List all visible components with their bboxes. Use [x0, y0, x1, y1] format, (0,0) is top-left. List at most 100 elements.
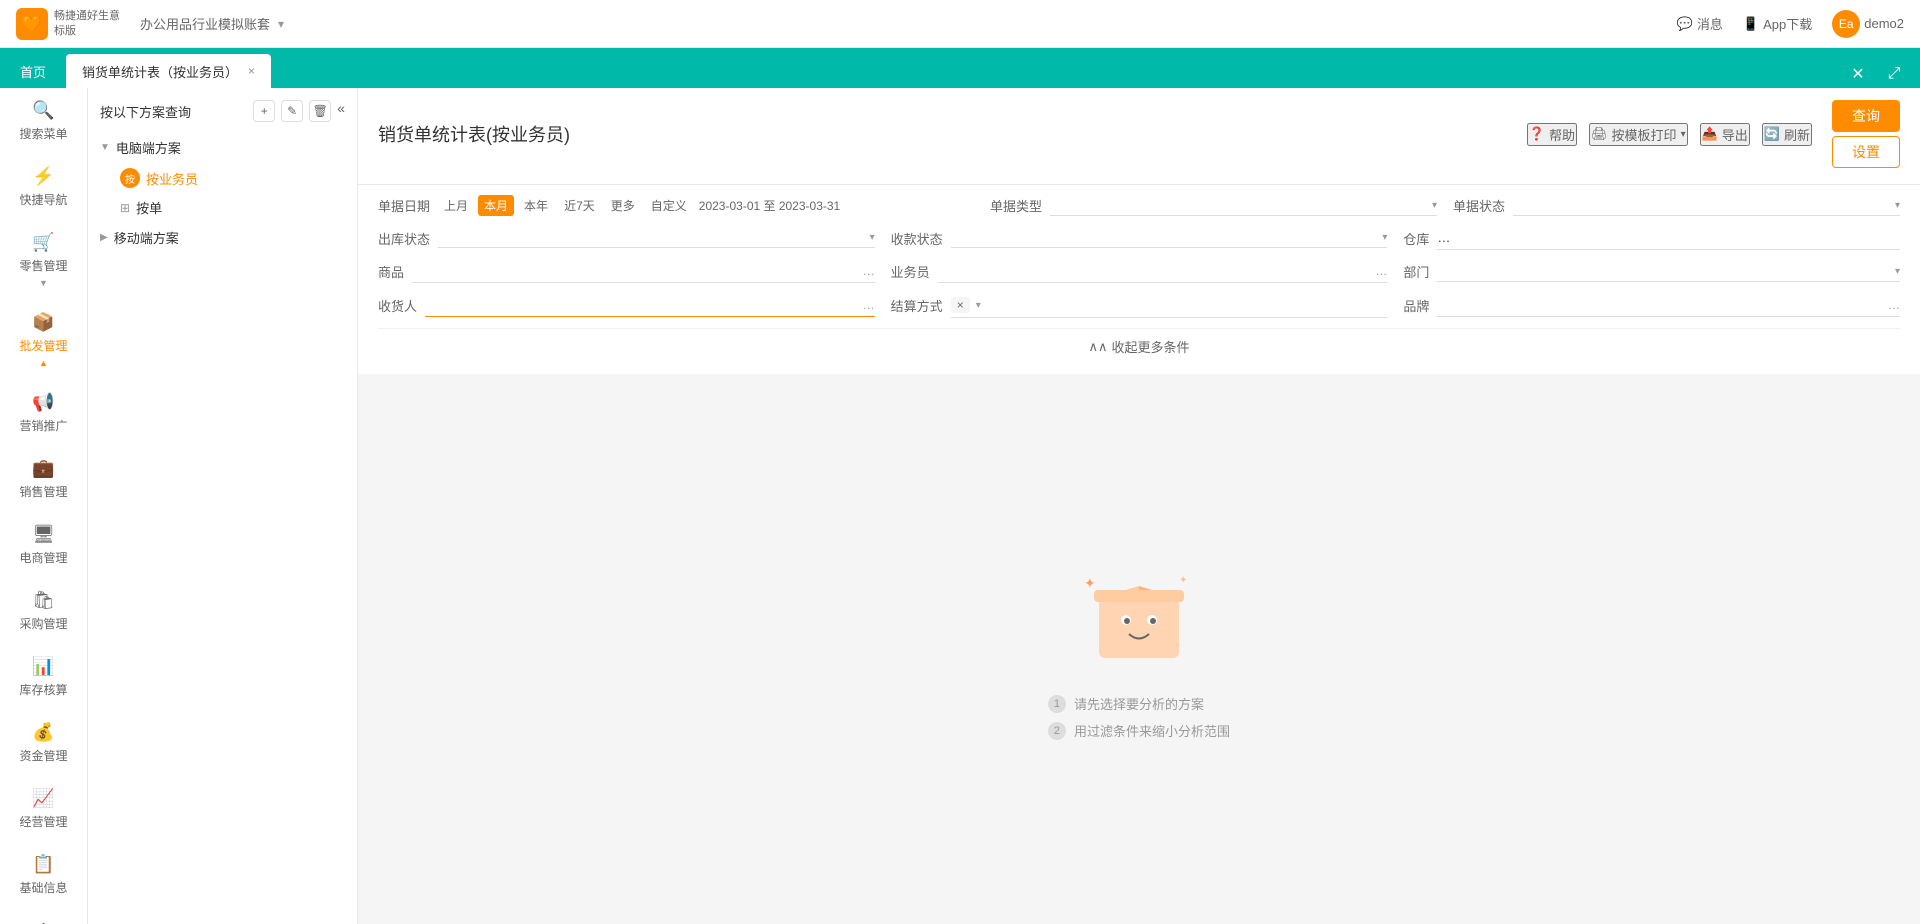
avatar: Ea	[1832, 10, 1860, 38]
query-btn[interactable]: 查询	[1832, 100, 1900, 132]
goods-control[interactable]: …	[412, 260, 875, 283]
print-btn[interactable]: 🖨 按模板打印 ▾	[1589, 123, 1688, 146]
ecom-icon: 🖥	[32, 524, 55, 545]
message-btn[interactable]: 💬 消息	[1677, 14, 1723, 33]
sidebar-item-sales[interactable]: 💼 销售管理	[0, 446, 87, 512]
filter-dept: 部门 ▾	[1403, 262, 1900, 282]
sidebar-item-retail[interactable]: 🛒 零售管理 ▼	[0, 220, 87, 300]
user-area[interactable]: Ea demo2	[1832, 10, 1904, 38]
sidebar-item-wholesale[interactable]: 📦 批发管理 ▲	[0, 300, 87, 380]
receiver-more[interactable]: …	[863, 298, 875, 312]
refresh-btn[interactable]: 🔄 刷新	[1762, 123, 1812, 146]
tab-home[interactable]: 首页	[4, 54, 62, 88]
settle-clear-x[interactable]: ×	[957, 298, 964, 312]
brand-control[interactable]: …	[1437, 294, 1900, 317]
warehouse-control[interactable]: …	[1437, 226, 1900, 250]
sidebar-item-marketing[interactable]: 📢 营销推广	[0, 380, 87, 446]
tab-close-icon[interactable]: ×	[248, 64, 255, 78]
outstock-control[interactable]: ▾	[438, 228, 875, 248]
report-title: 销货单统计表(按业务员)	[378, 121, 570, 147]
sidebar-item-finance-label: 资金管理	[19, 747, 67, 764]
sidebar-item-purchase-label: 采购管理	[19, 615, 67, 632]
paystatus-control[interactable]: ▾	[951, 228, 1388, 248]
sidebar-item-operations-label: 经营管理	[19, 813, 67, 830]
date-tab-more[interactable]: 更多	[605, 195, 641, 216]
sidebar-item-inventory-label: 库存核算	[19, 681, 67, 698]
date-tab-custom[interactable]: 自定义	[645, 195, 693, 216]
doctype-control[interactable]: ▾	[1050, 196, 1437, 216]
sidebar-item-ecom[interactable]: 🖥 电商管理	[0, 512, 87, 578]
sidebar-item-system[interactable]: ⚙ 系统管理	[0, 908, 87, 924]
sidebar: 🔍 搜索菜单 ⚡ 快捷导航 🛒 零售管理 ▼ 📦 批发管理 ▲ 📢 营销推广 💼…	[0, 88, 88, 924]
tab-maximize-icon[interactable]: ⤢	[1880, 60, 1908, 88]
sidebar-item-quicknav-label: 快捷导航	[19, 191, 67, 208]
message-label: 消息	[1697, 14, 1723, 33]
date-tab-thismonth[interactable]: 本月	[478, 195, 514, 216]
tab-close-window-icon[interactable]: ✕	[1844, 60, 1872, 88]
brand-label: 品牌	[1403, 296, 1429, 315]
date-range: 2023-03-01 至 2023-03-31	[699, 197, 840, 214]
print-icon: 🖨	[1591, 126, 1608, 142]
settle-control[interactable]: × ▾	[951, 293, 1388, 318]
date-label: 单据日期	[378, 196, 430, 215]
refresh-label: 刷新	[1784, 125, 1810, 144]
docstatus-control[interactable]: ▾	[1513, 196, 1900, 216]
export-btn[interactable]: 📤 导出	[1700, 123, 1750, 146]
help-label: 帮助	[1549, 125, 1575, 144]
date-tab-7days[interactable]: 近7天	[558, 195, 601, 216]
brand-more[interactable]: …	[1888, 298, 1900, 312]
scheme-order-icon: ⊞	[120, 201, 130, 215]
sidebar-item-basic[interactable]: 📋 基础信息	[0, 842, 87, 908]
scheme-mobile[interactable]: ▶ 移动端方案	[100, 222, 345, 253]
delete-scheme-btn[interactable]: 🗑	[309, 100, 331, 122]
logo-icon: 🧡	[16, 8, 48, 40]
report-header: 销货单统计表(按业务员) ❓ 帮助 🖨 按模板打印 ▾ 📤	[358, 88, 1920, 185]
staff-control[interactable]: …	[938, 260, 1388, 283]
receiver-control[interactable]: …	[425, 294, 875, 317]
scheme-salesperson-tag: 按	[120, 168, 140, 188]
settings-btn[interactable]: 设置	[1832, 136, 1900, 168]
system-icon: ⚙	[35, 920, 51, 924]
scheme-section: ▼ 电脑端方案 按 按业务员 ⊞ 按单 ▶ 移动端方案	[88, 132, 357, 253]
settle-clear-tag[interactable]: ×	[951, 297, 970, 313]
app-download-icon: 📱	[1743, 16, 1759, 32]
scheme-desktop[interactable]: ▼ 电脑端方案	[100, 132, 345, 163]
tab-actions: ✕ ⤢	[1844, 60, 1920, 88]
edit-scheme-btn[interactable]: ✎	[281, 100, 303, 122]
scheme-by-salesperson[interactable]: 按 按业务员	[120, 163, 345, 193]
filter-panel: 按以下方案查询 + ✎ 🗑 « ▼ 电脑端方案 按 按业务员	[88, 88, 358, 924]
sidebar-item-sales-label: 销售管理	[19, 483, 67, 500]
staff-more[interactable]: …	[1375, 264, 1387, 278]
sidebar-item-inventory[interactable]: 📊 库存核算	[0, 644, 87, 710]
step-2-num: 2	[1048, 722, 1066, 740]
wholesale-icon: 📦	[32, 312, 54, 333]
sidebar-item-quicknav[interactable]: ⚡ 快捷导航	[0, 154, 87, 220]
app-download-btn[interactable]: 📱 App下载	[1743, 14, 1812, 33]
app-name-dropdown-icon[interactable]: ▾	[278, 17, 284, 31]
paystatus-arrow: ▾	[1382, 232, 1387, 243]
dept-control[interactable]: ▾	[1437, 262, 1900, 282]
wholesale-expand-icon: ▲	[39, 358, 48, 368]
date-tab-lastmonth[interactable]: 上月	[438, 195, 474, 216]
sidebar-item-purchase[interactable]: 🛍 采购管理	[0, 578, 87, 644]
sidebar-item-finance[interactable]: 💰 资金管理	[0, 710, 87, 776]
settle-arrow: ▾	[976, 300, 981, 311]
help-btn[interactable]: ❓ 帮助	[1527, 123, 1577, 146]
paystatus-label: 收款状态	[891, 229, 943, 248]
tab-report[interactable]: 销货单统计表（按业务员） ×	[66, 54, 271, 88]
collapse-conditions-btn[interactable]: ∧∧ 收起更多条件	[378, 328, 1900, 364]
filter-row-4: 收货人 … 结算方式 × ▾	[378, 293, 1900, 318]
collapse-arrow-icon: ∧∧	[1088, 339, 1107, 355]
filter-doctype: 单据类型 ▾	[990, 196, 1437, 216]
add-scheme-btn[interactable]: +	[253, 100, 275, 122]
scheme-by-order[interactable]: ⊞ 按单	[120, 193, 345, 222]
sidebar-item-ecom-label: 电商管理	[19, 549, 67, 566]
sidebar-item-retail-label: 零售管理	[19, 257, 67, 274]
sidebar-item-operations[interactable]: 📈 经营管理	[0, 776, 87, 842]
panel-collapse-btn[interactable]: «	[337, 100, 345, 122]
date-tab-thisyear[interactable]: 本年	[518, 195, 554, 216]
filter-outstock: 出库状态 ▾	[378, 228, 875, 248]
goods-more[interactable]: …	[863, 264, 875, 278]
empty-step-1: 1 请先选择要分析的方案	[1048, 694, 1230, 713]
sidebar-item-search[interactable]: 🔍 搜索菜单	[0, 88, 87, 154]
